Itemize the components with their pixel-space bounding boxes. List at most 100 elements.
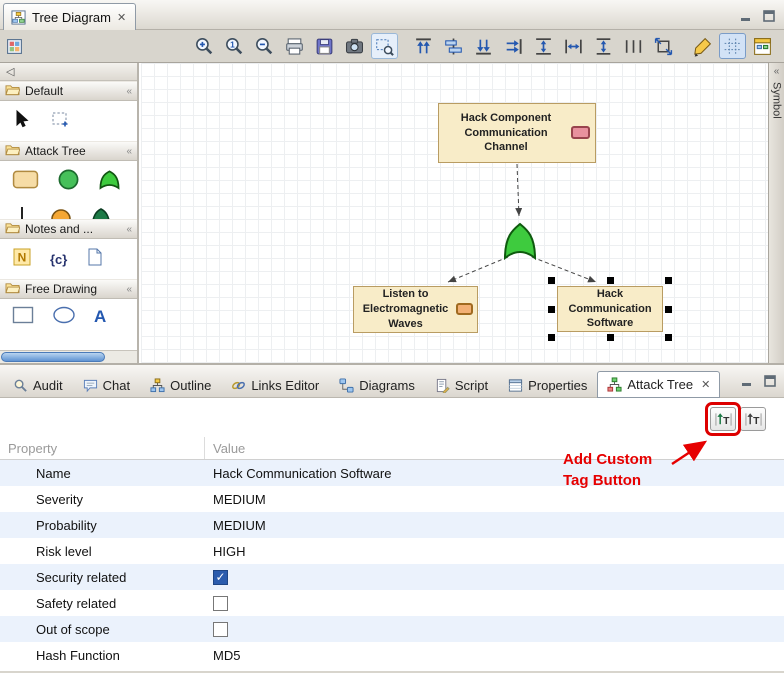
selection-handle[interactable] bbox=[548, 334, 555, 341]
property-value[interactable]: MEDIUM bbox=[205, 492, 266, 507]
selection-handle[interactable] bbox=[607, 334, 614, 341]
bottom-tabbar-tabs: AuditChatOutlineLinks EditorDiagramsScri… bbox=[3, 370, 720, 397]
tab-attack-tree[interactable]: Attack Tree✕ bbox=[597, 371, 720, 398]
select-tool[interactable] bbox=[12, 109, 32, 134]
tab-script[interactable]: Script bbox=[425, 371, 498, 398]
tab-chat[interactable]: Chat bbox=[73, 371, 140, 398]
view-menu-icon[interactable] bbox=[6, 38, 23, 55]
scrollbar-thumb[interactable] bbox=[1, 352, 105, 362]
property-name: Name bbox=[0, 466, 205, 481]
node-badge-icon bbox=[456, 303, 473, 315]
and-node-tool[interactable] bbox=[90, 205, 112, 219]
match-height-icon[interactable] bbox=[590, 33, 617, 59]
text-tool[interactable]: A bbox=[94, 307, 106, 327]
marquee-tool[interactable] bbox=[50, 109, 70, 134]
editor-tab-tree-diagram[interactable]: Tree Diagram ✕ bbox=[3, 3, 136, 30]
zoom-in-icon[interactable] bbox=[191, 33, 218, 59]
document-tool[interactable] bbox=[85, 247, 105, 272]
node-listen-to-electromagnetic-waves[interactable]: Listen to Electromagnetic Waves bbox=[353, 286, 478, 333]
property-value[interactable]: HIGH bbox=[205, 544, 246, 559]
note-tool[interactable]: N bbox=[12, 247, 32, 272]
selection-handle[interactable] bbox=[665, 306, 672, 313]
property-value[interactable]: Hack Communication Software bbox=[205, 466, 391, 481]
maximize-icon[interactable] bbox=[762, 373, 777, 388]
property-row-out-of-scope[interactable]: Out of scope bbox=[0, 616, 784, 642]
tab-properties[interactable]: Properties bbox=[498, 371, 597, 398]
diagram-canvas[interactable]: Hack Component Communication Channel Lis… bbox=[141, 63, 768, 363]
palette-section-attack-tree[interactable]: Attack Tree « bbox=[0, 141, 137, 161]
symbol-view-strip[interactable]: « Symbol bbox=[768, 63, 784, 363]
align-right-icon[interactable] bbox=[500, 33, 527, 59]
property-row-safety-related[interactable]: Safety related bbox=[0, 590, 784, 616]
rectangle-tool[interactable] bbox=[12, 306, 34, 329]
checkbox-checked[interactable]: ✓ bbox=[213, 570, 228, 585]
minimize-icon[interactable] bbox=[739, 373, 754, 388]
grid-toggle-icon[interactable] bbox=[719, 33, 746, 59]
selection-handle[interactable] bbox=[665, 277, 672, 284]
ellipse-tool[interactable] bbox=[52, 306, 76, 329]
tab-outline[interactable]: Outline bbox=[140, 371, 221, 398]
tab-audit[interactable]: Audit bbox=[3, 371, 73, 398]
or-node-tool[interactable] bbox=[50, 205, 72, 219]
toolbar-icons: 1 bbox=[191, 33, 776, 59]
palette-items-free-drawing: A bbox=[0, 299, 137, 335]
add-custom-tag-button[interactable]: T bbox=[710, 407, 736, 431]
node-hack-component-communication-channel[interactable]: Hack Component Communication Channel bbox=[438, 103, 596, 163]
match-width-icon[interactable] bbox=[560, 33, 587, 59]
format-paint-icon[interactable] bbox=[689, 33, 716, 59]
distribute-vertical-icon[interactable] bbox=[530, 33, 557, 59]
property-value bbox=[205, 622, 228, 637]
align-top-icon[interactable] bbox=[410, 33, 437, 59]
distribute-horizontal-icon[interactable] bbox=[620, 33, 647, 59]
add-tag-button[interactable]: T bbox=[740, 407, 766, 431]
tab-diagrams[interactable]: Diagrams bbox=[329, 371, 425, 398]
align-middle-icon[interactable] bbox=[440, 33, 467, 59]
property-value bbox=[205, 596, 228, 611]
palette-toggle-icon[interactable] bbox=[749, 33, 776, 59]
zoom-selection-icon[interactable] bbox=[371, 33, 398, 59]
close-icon[interactable]: ✕ bbox=[701, 378, 710, 391]
palette-scrollbar[interactable] bbox=[0, 350, 137, 363]
palette-section-free-drawing[interactable]: Free Drawing « bbox=[0, 279, 137, 299]
outline-icon bbox=[150, 378, 165, 393]
property-row-hash-function[interactable]: Hash FunctionMD5 bbox=[0, 642, 784, 668]
event-shape-tool[interactable] bbox=[57, 168, 80, 196]
maximize-icon[interactable] bbox=[761, 8, 776, 23]
constraint-tool[interactable]: {c} bbox=[50, 252, 67, 267]
property-value[interactable]: MD5 bbox=[205, 648, 240, 663]
properties-table-body: NameHack Communication SoftwareSeverityM… bbox=[0, 460, 784, 668]
checkbox-unchecked[interactable] bbox=[213, 622, 228, 637]
close-icon[interactable]: ✕ bbox=[117, 11, 126, 24]
selection-handle[interactable] bbox=[607, 277, 614, 284]
zoom-out-icon[interactable] bbox=[251, 33, 278, 59]
property-value[interactable]: MEDIUM bbox=[205, 518, 266, 533]
tab-label: Properties bbox=[528, 378, 587, 393]
property-row-risk-level[interactable]: Risk levelHIGH bbox=[0, 538, 784, 564]
tab-links-editor[interactable]: Links Editor bbox=[221, 371, 329, 398]
save-icon[interactable] bbox=[311, 33, 338, 59]
node-hack-communication-software[interactable]: Hack Communication Software bbox=[557, 286, 663, 332]
property-row-name[interactable]: NameHack Communication Software bbox=[0, 460, 784, 486]
print-icon[interactable] bbox=[281, 33, 308, 59]
palette-section-default[interactable]: Default « bbox=[0, 81, 137, 101]
connection-tool[interactable] bbox=[12, 205, 32, 219]
gate-shape-tool[interactable] bbox=[98, 169, 121, 195]
zoom-actual-size-icon[interactable]: 1 bbox=[221, 33, 248, 59]
restore-panel-icon[interactable]: « bbox=[774, 66, 780, 77]
palette: ◁ Default « Attack Tree « bbox=[0, 63, 139, 363]
auto-size-icon[interactable] bbox=[650, 33, 677, 59]
property-row-security-related[interactable]: Security related✓ bbox=[0, 564, 784, 590]
node-shape-tool[interactable] bbox=[12, 169, 39, 195]
palette-section-notes[interactable]: Notes and ... « bbox=[0, 219, 137, 239]
property-row-severity[interactable]: SeverityMEDIUM bbox=[0, 486, 784, 512]
selection-handle[interactable] bbox=[665, 334, 672, 341]
or-gate-shape[interactable] bbox=[502, 221, 538, 261]
selection-handle[interactable] bbox=[548, 277, 555, 284]
minimize-icon[interactable] bbox=[738, 8, 753, 23]
property-row-probability[interactable]: ProbabilityMEDIUM bbox=[0, 512, 784, 538]
selection-handle[interactable] bbox=[548, 306, 555, 313]
checkbox-unchecked[interactable] bbox=[213, 596, 228, 611]
align-bottom-icon[interactable] bbox=[470, 33, 497, 59]
palette-collapse-bar[interactable]: ◁ bbox=[0, 63, 137, 81]
screenshot-icon[interactable] bbox=[341, 33, 368, 59]
